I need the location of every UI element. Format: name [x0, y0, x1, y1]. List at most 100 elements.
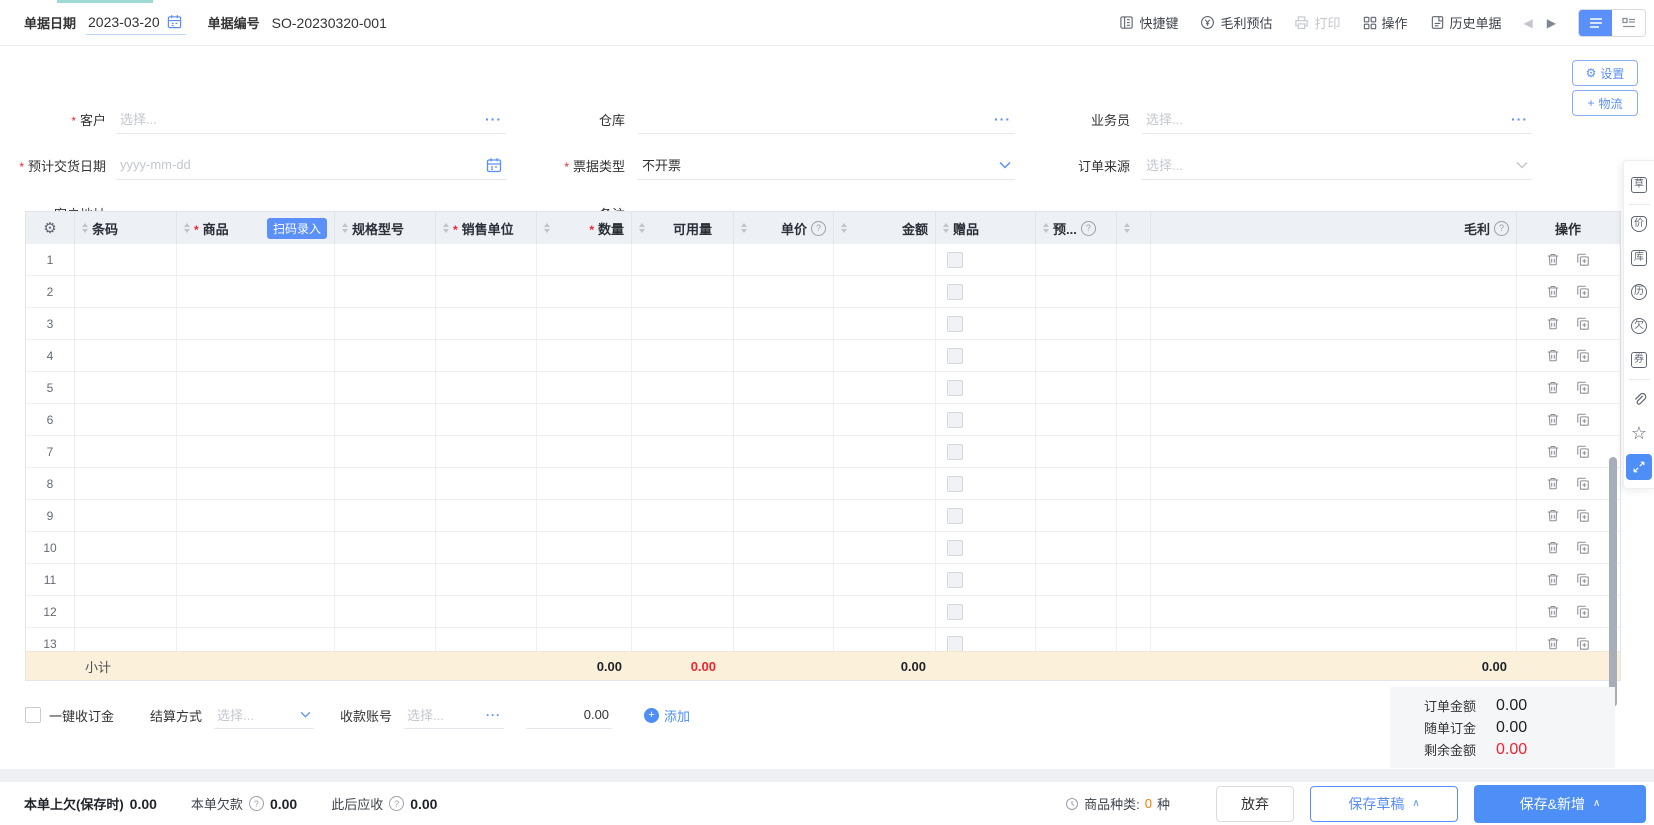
cell-quantity[interactable]: [537, 628, 632, 651]
profit-estimate-button[interactable]: 毛利预估: [1200, 13, 1272, 32]
cell-product[interactable]: [177, 244, 335, 275]
customer-field[interactable]: 选择... ···: [116, 104, 506, 134]
save-and-new-button[interactable]: 保存&新增 ∧: [1474, 784, 1646, 823]
sort-icon[interactable]: [443, 223, 449, 233]
debt-panel-icon[interactable]: 欠: [1631, 309, 1647, 343]
cell-product[interactable]: [177, 564, 335, 595]
cell-barcode[interactable]: [75, 628, 177, 651]
delete-row-icon[interactable]: [1546, 444, 1560, 459]
cell-product[interactable]: [177, 628, 335, 651]
cell-amount[interactable]: [834, 244, 936, 275]
history-orders-button[interactable]: 历史单据: [1430, 13, 1502, 32]
cell-amount[interactable]: [834, 468, 936, 499]
cell-pre[interactable]: [1036, 244, 1117, 275]
cell-amount[interactable]: [834, 532, 936, 563]
copy-row-icon[interactable]: [1576, 636, 1590, 651]
cell-unit-price[interactable]: [734, 596, 834, 627]
sort-icon[interactable]: [1043, 223, 1049, 233]
next-doc-arrow[interactable]: ▶: [1547, 16, 1556, 30]
cell-pre[interactable]: [1036, 340, 1117, 371]
delete-row-icon[interactable]: [1546, 604, 1560, 619]
cell-unit-price[interactable]: [734, 628, 834, 651]
one-key-deposit-checkbox[interactable]: [25, 707, 41, 723]
cell-pre[interactable]: [1036, 500, 1117, 531]
cell-sales-unit[interactable]: [436, 564, 537, 595]
cell-product[interactable]: [177, 468, 335, 499]
order-source-chevron-icon[interactable]: [1516, 161, 1528, 169]
cell-pre[interactable]: [1036, 436, 1117, 467]
sort-icon[interactable]: [943, 223, 949, 233]
cell-amount[interactable]: [834, 404, 936, 435]
cell-amount[interactable]: [834, 564, 936, 595]
cell-pre[interactable]: [1036, 372, 1117, 403]
header-product[interactable]: 商品 扫码录入: [177, 212, 335, 244]
delete-row-icon[interactable]: [1546, 540, 1560, 555]
gift-checkbox[interactable]: [947, 539, 963, 556]
cell-quantity[interactable]: [537, 372, 632, 403]
cell-pre[interactable]: [1036, 564, 1117, 595]
copy-row-icon[interactable]: [1576, 252, 1590, 267]
cell-barcode[interactable]: [75, 564, 177, 595]
delete-row-icon[interactable]: [1546, 476, 1560, 491]
cell-sales-unit[interactable]: [436, 404, 537, 435]
cell-unit-price[interactable]: [734, 372, 834, 403]
copy-row-icon[interactable]: [1576, 348, 1590, 363]
cell-product[interactable]: [177, 596, 335, 627]
cell-amount[interactable]: [834, 628, 936, 651]
cell-amount[interactable]: [834, 276, 936, 307]
price-panel-icon[interactable]: 价: [1631, 207, 1647, 241]
save-draft-button[interactable]: 保存草稿 ∧: [1310, 785, 1458, 822]
cell-quantity[interactable]: [537, 436, 632, 467]
cell-spec[interactable]: [335, 404, 436, 435]
receiving-account-select[interactable]: 选择... ···: [404, 701, 505, 729]
gift-checkbox[interactable]: [947, 379, 963, 396]
delete-row-icon[interactable]: [1546, 412, 1560, 427]
cell-product[interactable]: [177, 532, 335, 563]
delivery-date-field[interactable]: yyyy-mm-dd: [116, 150, 506, 180]
sort-icon[interactable]: [342, 223, 348, 233]
cell-barcode[interactable]: [75, 308, 177, 339]
stock-panel-icon[interactable]: 库: [1631, 241, 1647, 275]
cell-sales-unit[interactable]: [436, 468, 537, 499]
cell-spec[interactable]: [335, 596, 436, 627]
cell-barcode[interactable]: [75, 276, 177, 307]
sort-icon[interactable]: [1124, 223, 1130, 233]
gift-checkbox[interactable]: [947, 347, 963, 364]
header-gift[interactable]: 赠品: [936, 212, 1036, 244]
gift-checkbox[interactable]: [947, 443, 963, 460]
copy-row-icon[interactable]: [1576, 380, 1590, 395]
draft-panel-icon[interactable]: 草: [1631, 168, 1647, 202]
deposit-amount-input[interactable]: 0.00: [526, 701, 613, 729]
cell-product[interactable]: [177, 404, 335, 435]
cell-product[interactable]: [177, 308, 335, 339]
header-available[interactable]: 可用量: [632, 212, 734, 244]
history-panel-icon[interactable]: 历: [1631, 275, 1647, 309]
cell-product[interactable]: [177, 372, 335, 403]
cell-sales-unit[interactable]: [436, 372, 537, 403]
order-source-select[interactable]: 选择...: [1142, 150, 1532, 180]
header-pre[interactable]: 预... ?: [1036, 212, 1117, 244]
shortcut-keys-button[interactable]: 快捷键: [1119, 13, 1178, 32]
cell-spec[interactable]: [335, 308, 436, 339]
cell-pre[interactable]: [1036, 596, 1117, 627]
cell-product[interactable]: [177, 500, 335, 531]
cell-unit-price[interactable]: [734, 436, 834, 467]
doc-date-field[interactable]: 2023-03-20: [86, 11, 186, 35]
column-settings-gear-icon[interactable]: ⚙: [43, 219, 56, 237]
list-view-toggle[interactable]: [1579, 9, 1612, 36]
cell-barcode[interactable]: [75, 532, 177, 563]
invoice-type-select[interactable]: 不开票: [638, 150, 1015, 180]
cell-spec[interactable]: [335, 628, 436, 651]
cell-quantity[interactable]: [537, 276, 632, 307]
sort-icon[interactable]: [184, 223, 190, 233]
cell-spec[interactable]: [335, 244, 436, 275]
cell-product[interactable]: [177, 436, 335, 467]
favorite-star-icon[interactable]: ☆: [1631, 416, 1647, 450]
delete-row-icon[interactable]: [1546, 316, 1560, 331]
gift-checkbox[interactable]: [947, 411, 963, 428]
header-unit-price[interactable]: 单价 ?: [734, 212, 834, 244]
settings-button[interactable]: ⚙ 设置: [1572, 60, 1638, 86]
cell-quantity[interactable]: [537, 500, 632, 531]
cell-pre[interactable]: [1036, 276, 1117, 307]
cell-spec[interactable]: [335, 500, 436, 531]
